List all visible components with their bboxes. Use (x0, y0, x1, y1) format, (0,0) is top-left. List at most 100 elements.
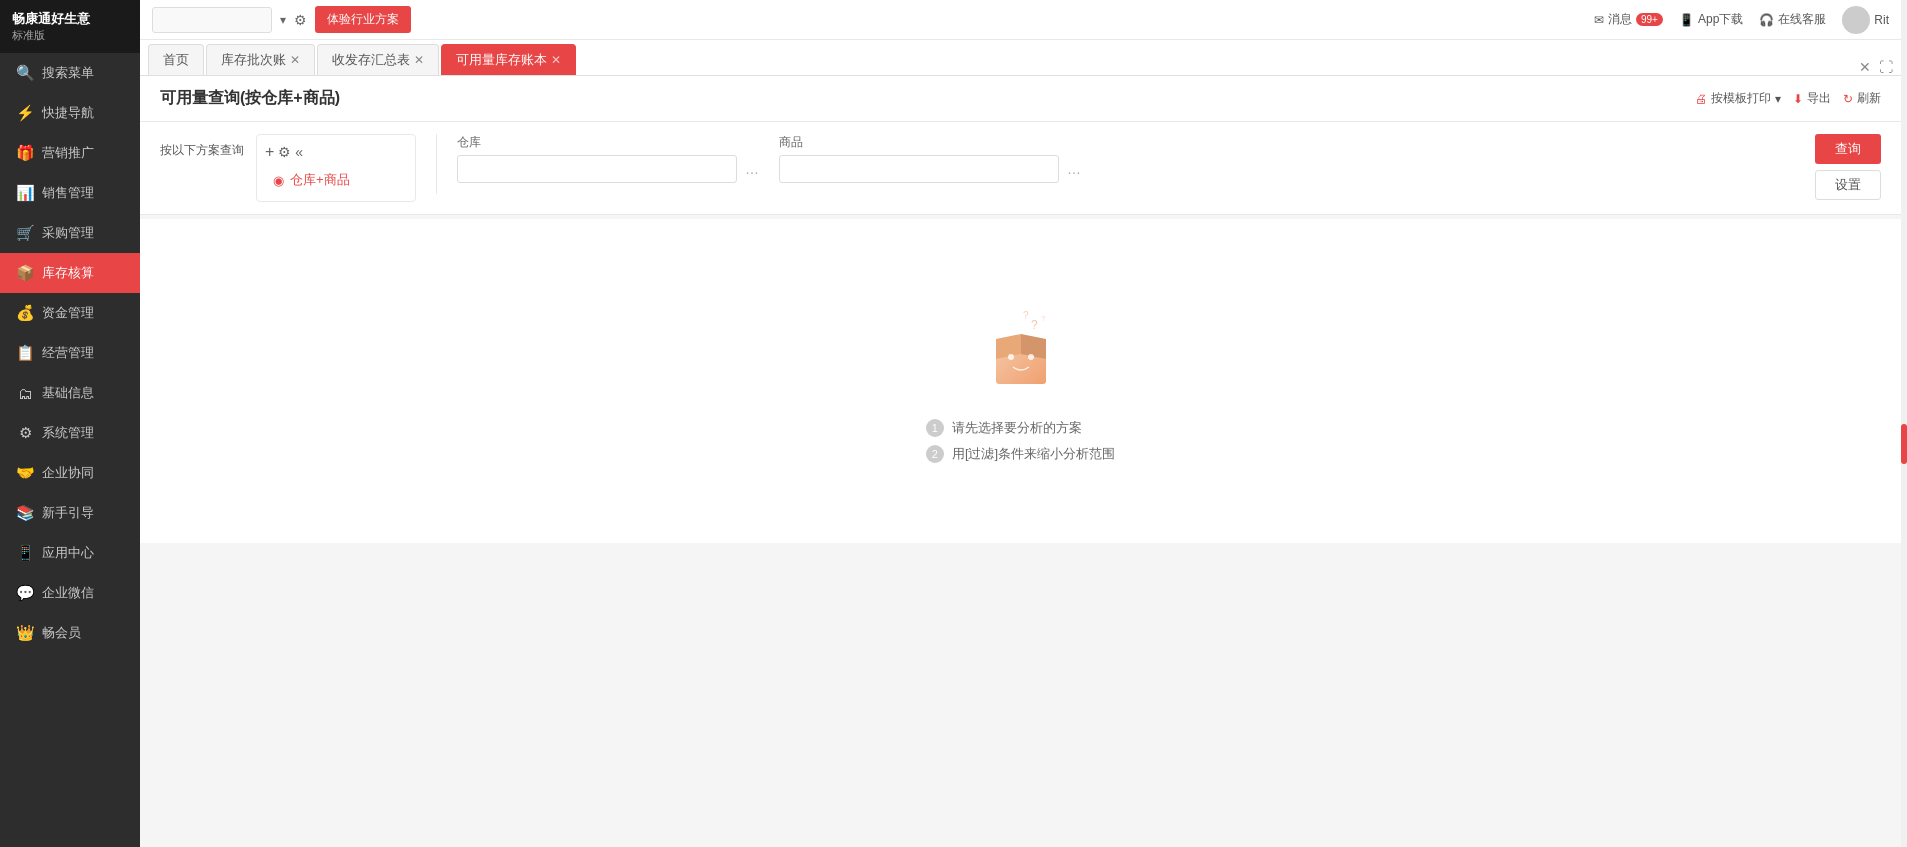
sidebar-item-label: 基础信息 (42, 384, 94, 402)
add-scheme-icon[interactable]: + (265, 143, 274, 161)
settings-scheme-icon[interactable]: ⚙ (278, 144, 291, 160)
flash-icon: ⚡ (16, 104, 34, 122)
tab-available-qty-close-icon[interactable]: ✕ (551, 53, 561, 67)
sidebar-header: 畅康通好生意 标准版 (0, 0, 140, 53)
search-icon: 🔍 (16, 64, 34, 82)
tab-home[interactable]: 首页 (148, 44, 204, 75)
svg-text:?: ? (1023, 310, 1029, 321)
sidebar-item-inventory[interactable]: 📦 库存核算 (0, 253, 140, 293)
sidebar-item-label: 快捷导航 (42, 104, 94, 122)
gift-icon: 🎁 (16, 144, 34, 162)
filter-fields: 仓库 … 商品 … (457, 134, 1803, 183)
tab-batch-account[interactable]: 库存批次账 ✕ (206, 44, 315, 75)
topbar-search-input[interactable] (152, 7, 272, 33)
wechat-icon: 💬 (16, 584, 34, 602)
sidebar-item-purchase[interactable]: 🛒 采购管理 (0, 213, 140, 253)
refresh-button[interactable]: ↻ 刷新 (1843, 90, 1881, 107)
topbar-gear-icon[interactable]: ⚙ (294, 12, 307, 28)
clipboard-icon: 📋 (16, 344, 34, 362)
expand-icon[interactable]: ⛶ (1879, 59, 1893, 75)
avatar (1842, 6, 1870, 34)
print-template-button[interactable]: 🖨 按模板打印 ▾ (1695, 90, 1781, 107)
page-header: 可用量查询(按仓库+商品) 🖨 按模板打印 ▾ ⬇ 导出 ↻ 刷新 (140, 76, 1901, 122)
settings-button[interactable]: 设置 (1815, 170, 1881, 200)
sidebar-item-label: 经营管理 (42, 344, 94, 362)
warehouse-input[interactable] (457, 155, 737, 183)
export-label: 导出 (1807, 90, 1831, 107)
tab-recv-summary-label: 收发存汇总表 (332, 51, 410, 69)
query-button[interactable]: 查询 (1815, 134, 1881, 164)
sidebar-item-vip[interactable]: 👑 畅会员 (0, 613, 140, 653)
sidebar-item-enterprise[interactable]: 🤝 企业协同 (0, 453, 140, 493)
product-more-icon[interactable]: … (1063, 157, 1085, 181)
svg-text:?: ? (1041, 314, 1046, 323)
refresh-label: 刷新 (1857, 90, 1881, 107)
sidebar-item-finance[interactable]: 💰 资金管理 (0, 293, 140, 333)
tab-recv-summary[interactable]: 收发存汇总表 ✕ (317, 44, 439, 75)
chart-icon: 📊 (16, 184, 34, 202)
scrollbar-thumb[interactable] (1901, 424, 1907, 464)
app-download-button[interactable]: 📱 App下载 (1679, 11, 1743, 28)
industry-solution-button[interactable]: 体验行业方案 (315, 6, 411, 33)
sidebar-item-quick-nav[interactable]: ⚡ 快捷导航 (0, 93, 140, 133)
sidebar-item-label: 应用中心 (42, 544, 94, 562)
sidebar-item-operations[interactable]: 📋 经营管理 (0, 333, 140, 373)
sidebar-item-basic-info[interactable]: 🗂 基础信息 (0, 373, 140, 413)
sidebar-item-marketing[interactable]: 🎁 营销推广 (0, 133, 140, 173)
filter-scheme-item-warehouse-product[interactable]: ◉ 仓库+商品 (265, 167, 407, 193)
user-name: Rit (1874, 13, 1889, 27)
warehouse-field: 仓库 … (457, 134, 763, 183)
filter-scheme-panel: + ⚙ « ◉ 仓库+商品 (256, 134, 416, 202)
sidebar-item-app-center[interactable]: 📱 应用中心 (0, 533, 140, 573)
print-icon: 🖨 (1695, 92, 1707, 106)
tab-available-qty[interactable]: 可用量库存账本 ✕ (441, 44, 576, 75)
empty-tip-1: 1 请先选择要分析的方案 (926, 419, 1115, 437)
tip-num-1: 1 (926, 419, 944, 437)
page-title: 可用量查询(按仓库+商品) (160, 88, 340, 109)
app-download-label: App下载 (1698, 11, 1743, 28)
dropdown-arrow-icon[interactable]: ▾ (280, 13, 286, 27)
main-content: ▾ ⚙ 体验行业方案 ✉ 消息 99+ 📱 App下载 🎧 在线客服 (140, 0, 1901, 847)
sidebar-item-label: 资金管理 (42, 304, 94, 322)
topbar-right: ✉ 消息 99+ 📱 App下载 🎧 在线客服 Rit (1594, 6, 1889, 34)
empty-tip-2: 2 用[过滤]条件来缩小分析范围 (926, 445, 1115, 463)
message-button[interactable]: ✉ 消息 99+ (1594, 11, 1663, 28)
product-field: 商品 … (779, 134, 1085, 183)
sidebar-item-system[interactable]: ⚙ 系统管理 (0, 413, 140, 453)
product-field-label: 商品 (779, 134, 1085, 151)
sidebar-item-newcomer[interactable]: 📚 新手引导 (0, 493, 140, 533)
online-service-label: 在线客服 (1778, 11, 1826, 28)
sidebar-item-sales[interactable]: 📊 销售管理 (0, 173, 140, 213)
message-icon: ✉ (1594, 13, 1604, 27)
right-scrollbar[interactable] (1901, 0, 1907, 847)
filter-action-buttons: 查询 设置 (1815, 134, 1881, 200)
tip-1-text: 请先选择要分析的方案 (952, 419, 1082, 437)
sidebar-menu: 🔍 搜索菜单 ⚡ 快捷导航 🎁 营销推广 📊 销售管理 🛒 采购管理 📦 (0, 53, 140, 847)
refresh-icon: ↻ (1843, 92, 1853, 106)
tab-home-label: 首页 (163, 51, 189, 69)
collapse-scheme-icon[interactable]: « (295, 144, 303, 160)
product-input[interactable] (779, 155, 1059, 183)
mobile-icon: 📱 (16, 544, 34, 562)
warehouse-field-input: … (457, 155, 763, 183)
warehouse-more-icon[interactable]: … (741, 157, 763, 181)
product-field-input: … (779, 155, 1085, 183)
sidebar-item-label: 新手引导 (42, 504, 94, 522)
company-name: 畅康通好生意 (12, 10, 128, 28)
crown-icon: 👑 (16, 624, 34, 642)
online-service-button[interactable]: 🎧 在线客服 (1759, 11, 1826, 28)
svg-text:?: ? (1031, 318, 1038, 332)
sidebar-item-search[interactable]: 🔍 搜索菜单 (0, 53, 140, 93)
tab-batch-account-close-icon[interactable]: ✕ (290, 53, 300, 67)
tab-recv-summary-close-icon[interactable]: ✕ (414, 53, 424, 67)
close-all-tabs-icon[interactable]: ✕ (1859, 59, 1871, 75)
sidebar-item-label: 营销推广 (42, 144, 94, 162)
export-button[interactable]: ⬇ 导出 (1793, 90, 1831, 107)
sidebar: 畅康通好生意 标准版 🔍 搜索菜单 ⚡ 快捷导航 🎁 营销推广 📊 销售管理 (0, 0, 140, 847)
user-menu[interactable]: Rit (1842, 6, 1889, 34)
print-dropdown-icon[interactable]: ▾ (1775, 92, 1781, 106)
sidebar-item-wechat[interactable]: 💬 企业微信 (0, 573, 140, 613)
edition-label: 标准版 (12, 28, 128, 43)
sidebar-item-label: 采购管理 (42, 224, 94, 242)
empty-illustration: ? ? ? (971, 299, 1071, 399)
